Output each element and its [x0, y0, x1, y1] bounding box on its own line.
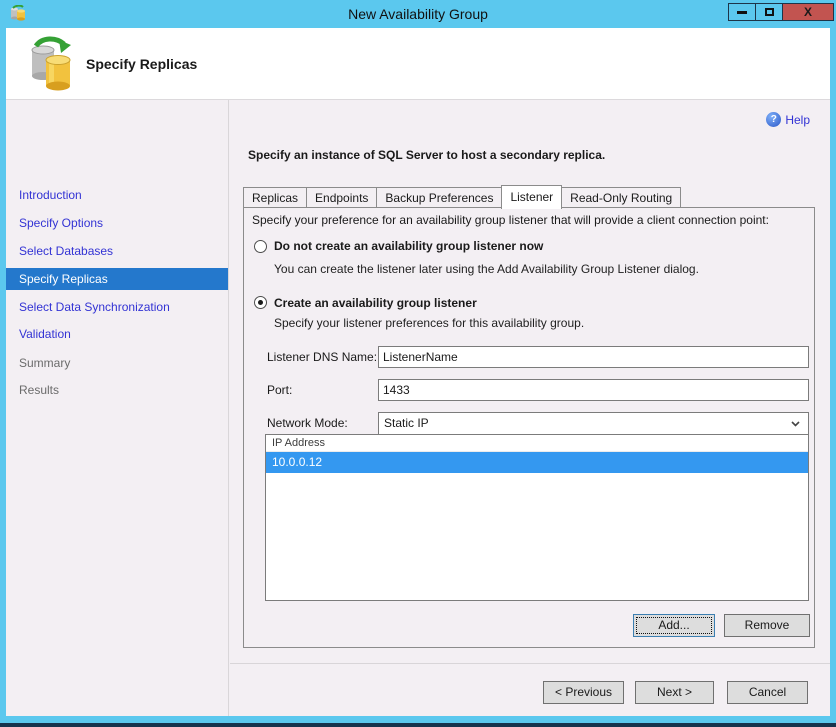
- tab-replicas[interactable]: Replicas: [243, 187, 308, 208]
- sidebar-item-validation[interactable]: Validation: [6, 323, 228, 345]
- wizard-steps-sidebar: Introduction Specify Options Select Data…: [6, 100, 229, 716]
- wizard-content: ? Help Specify an instance of SQL Server…: [230, 100, 830, 716]
- tab-listener[interactable]: Listener: [501, 185, 563, 209]
- radio-do-not-create-listener[interactable]: [254, 240, 267, 253]
- maximize-button[interactable]: [755, 3, 783, 21]
- create-listener-label[interactable]: Create an availability group listener: [274, 296, 477, 310]
- dialog-body: Specify Replicas Introduction Specify Op…: [6, 28, 830, 716]
- help-link[interactable]: ? Help: [766, 112, 810, 127]
- listener-tab-page: Specify your preference for an availabil…: [243, 207, 815, 648]
- listener-dns-name-label: Listener DNS Name:: [267, 350, 378, 364]
- port-input[interactable]: [378, 379, 809, 401]
- title-bar: New Availability Group X: [0, 0, 836, 28]
- help-icon: ?: [766, 112, 782, 127]
- minimize-icon: [737, 10, 747, 14]
- sidebar-item-select-databases[interactable]: Select Databases: [6, 240, 228, 262]
- network-mode-value: Static IP: [384, 416, 429, 430]
- minimize-button[interactable]: [728, 3, 756, 21]
- tab-endpoints[interactable]: Endpoints: [306, 187, 378, 208]
- new-availability-group-dialog: New Availability Group X Specify Replica…: [0, 0, 836, 727]
- network-mode-label: Network Mode:: [267, 416, 348, 430]
- window-bottom-edge: [0, 723, 836, 727]
- instruction-text: Specify an instance of SQL Server to hos…: [248, 148, 606, 162]
- tab-backup-preferences[interactable]: Backup Preferences: [376, 187, 503, 208]
- replicas-database-icon: [31, 36, 71, 91]
- do-not-create-listener-description: You can create the listener later using …: [274, 262, 699, 276]
- network-mode-select[interactable]: Static IP: [378, 412, 809, 435]
- do-not-create-listener-label[interactable]: Do not create an availability group list…: [274, 239, 543, 253]
- listener-dns-name-input[interactable]: [378, 346, 809, 368]
- radio-create-listener[interactable]: [254, 296, 267, 309]
- sidebar-item-results: Results: [19, 383, 60, 397]
- add-button[interactable]: Add...: [633, 614, 715, 637]
- help-label: Help: [785, 112, 810, 127]
- close-icon: X: [803, 5, 812, 19]
- cancel-button[interactable]: Cancel: [727, 681, 808, 704]
- close-button[interactable]: X: [782, 3, 834, 21]
- sidebar-item-select-data-synchronization[interactable]: Select Data Synchronization: [6, 296, 228, 318]
- remove-button[interactable]: Remove: [724, 614, 810, 637]
- sidebar-item-specify-replicas[interactable]: Specify Replicas: [6, 268, 228, 290]
- wizard-header: Specify Replicas: [6, 28, 830, 100]
- listener-intro-text: Specify your preference for an availabil…: [252, 213, 769, 227]
- sidebar-item-summary: Summary: [19, 356, 71, 370]
- next-button[interactable]: Next >: [635, 681, 714, 704]
- footer-divider: [230, 663, 830, 664]
- tab-strip: Replicas Endpoints Backup Preferences Li…: [243, 184, 682, 209]
- port-label: Port:: [267, 383, 293, 397]
- ip-address-row[interactable]: 10.0.0.12: [266, 452, 808, 473]
- sidebar-item-specify-options[interactable]: Specify Options: [6, 212, 228, 234]
- page-title: Specify Replicas: [86, 56, 198, 72]
- create-listener-description: Specify your listener preferences for th…: [274, 316, 585, 330]
- sidebar-item-introduction[interactable]: Introduction: [6, 184, 228, 206]
- chevron-down-icon: [791, 421, 800, 427]
- tab-read-only-routing[interactable]: Read-Only Routing: [561, 187, 682, 208]
- window-title: New Availability Group: [348, 6, 488, 22]
- ip-address-column-header: IP Address: [266, 435, 808, 452]
- maximize-icon: [764, 8, 774, 16]
- previous-button[interactable]: < Previous: [543, 681, 624, 704]
- ip-address-list: IP Address 10.0.0.12: [265, 434, 809, 601]
